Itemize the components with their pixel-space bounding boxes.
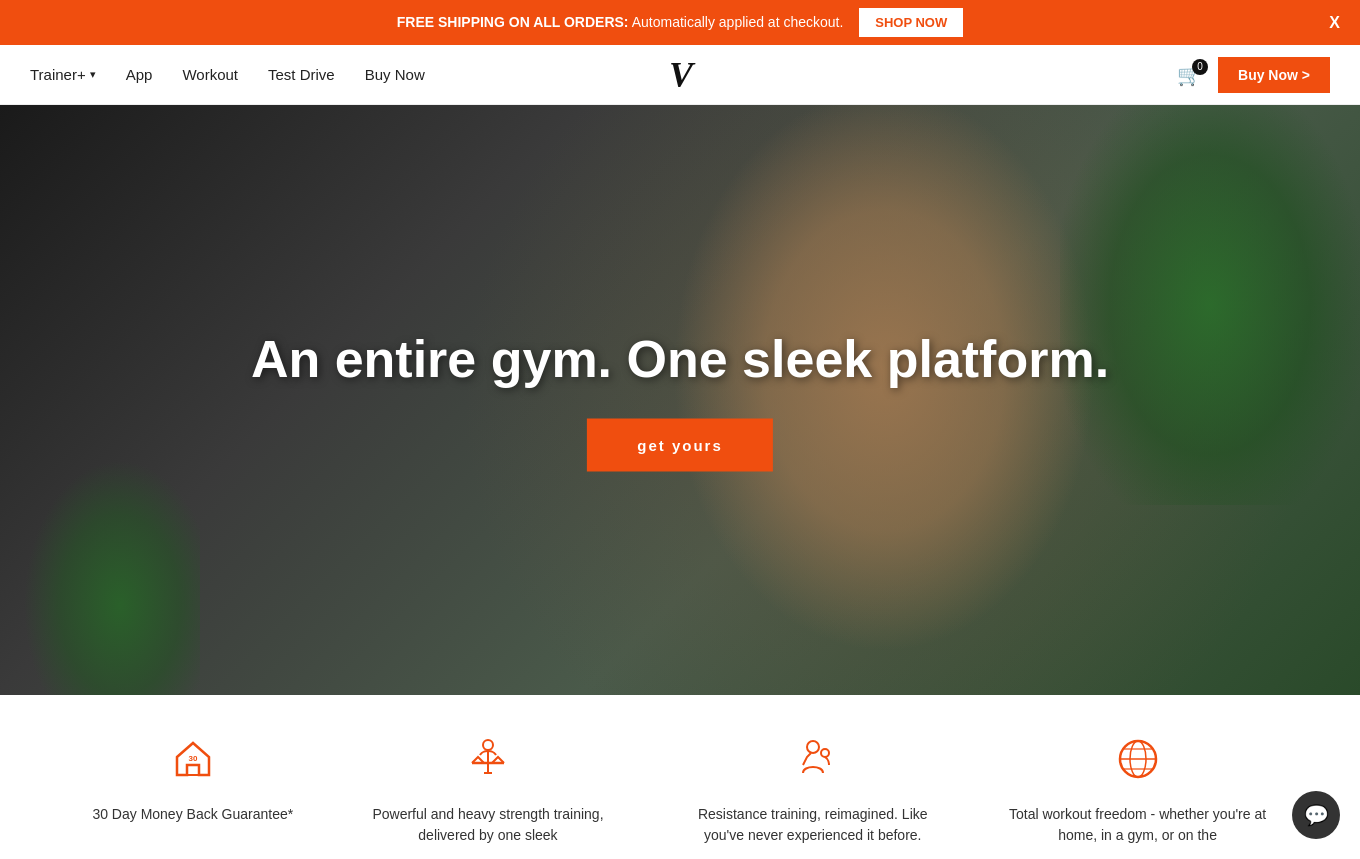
feature-text-3: Resistance training, reimagined. Like yo… [683, 804, 943, 846]
feature-icon-2 [358, 735, 618, 792]
svg-text:30: 30 [188, 754, 197, 763]
nav-test-drive[interactable]: Test Drive [268, 66, 335, 83]
top-banner: FREE SHIPPING ON ALL ORDERS: Automatical… [0, 0, 1360, 45]
feature-icon-1: 30 [92, 735, 293, 792]
hero-content: An entire gym. One sleek platform. get y… [251, 329, 1109, 472]
site-logo[interactable]: V [669, 54, 691, 96]
feature-text-2: Powerful and heavy strength training, de… [358, 804, 618, 846]
feature-text-1: 30 Day Money Back Guarantee* [92, 804, 293, 825]
hero-headline: An entire gym. One sleek platform. [251, 329, 1109, 389]
nav-buy-now[interactable]: Buy Now [365, 66, 425, 83]
feature-icon-3 [683, 735, 943, 792]
shop-now-button[interactable]: SHOP NOW [859, 8, 963, 37]
buy-now-header-button[interactable]: Buy Now > [1218, 57, 1330, 93]
nav-left: Trainer+ App Workout Test Drive Buy Now [30, 66, 680, 83]
nav-trainer-plus[interactable]: Trainer+ [30, 66, 96, 83]
feature-icon-4 [1008, 735, 1268, 792]
feature-item-4: Total workout freedom - whether you're a… [1008, 735, 1268, 846]
nav-app[interactable]: App [126, 66, 153, 83]
nav-right: 🛒 0 Buy Now > [680, 57, 1330, 93]
svg-point-2 [483, 740, 493, 750]
chat-button[interactable]: 💬 [1292, 791, 1340, 839]
banner-regular-text: Automatically applied at checkout. [632, 14, 844, 30]
svg-rect-0 [187, 765, 199, 775]
feature-item-1: 30 30 Day Money Back Guarantee* [92, 735, 293, 825]
svg-point-5 [821, 749, 829, 757]
features-section: 30 30 Day Money Back Guarantee* Powerful… [0, 695, 1360, 859]
nav-workout[interactable]: Workout [182, 66, 238, 83]
banner-bold-text: FREE SHIPPING ON ALL ORDERS: [397, 14, 629, 30]
feature-item-2: Powerful and heavy strength training, de… [358, 735, 618, 846]
svg-point-4 [807, 741, 819, 753]
feature-item-3: Resistance training, reimagined. Like yo… [683, 735, 943, 846]
hero-section: An entire gym. One sleek platform. get y… [0, 105, 1360, 695]
get-yours-button[interactable]: get yours [587, 419, 773, 472]
banner-close-button[interactable]: X [1329, 14, 1340, 32]
navbar: Trainer+ App Workout Test Drive Buy Now … [0, 45, 1360, 105]
feature-text-4: Total workout freedom - whether you're a… [1008, 804, 1268, 846]
hero-leaves-left [0, 395, 200, 695]
chat-icon: 💬 [1304, 803, 1329, 827]
cart-button[interactable]: 🛒 0 [1177, 63, 1202, 87]
banner-text: FREE SHIPPING ON ALL ORDERS: Automatical… [397, 14, 848, 30]
cart-badge: 0 [1192, 59, 1208, 75]
